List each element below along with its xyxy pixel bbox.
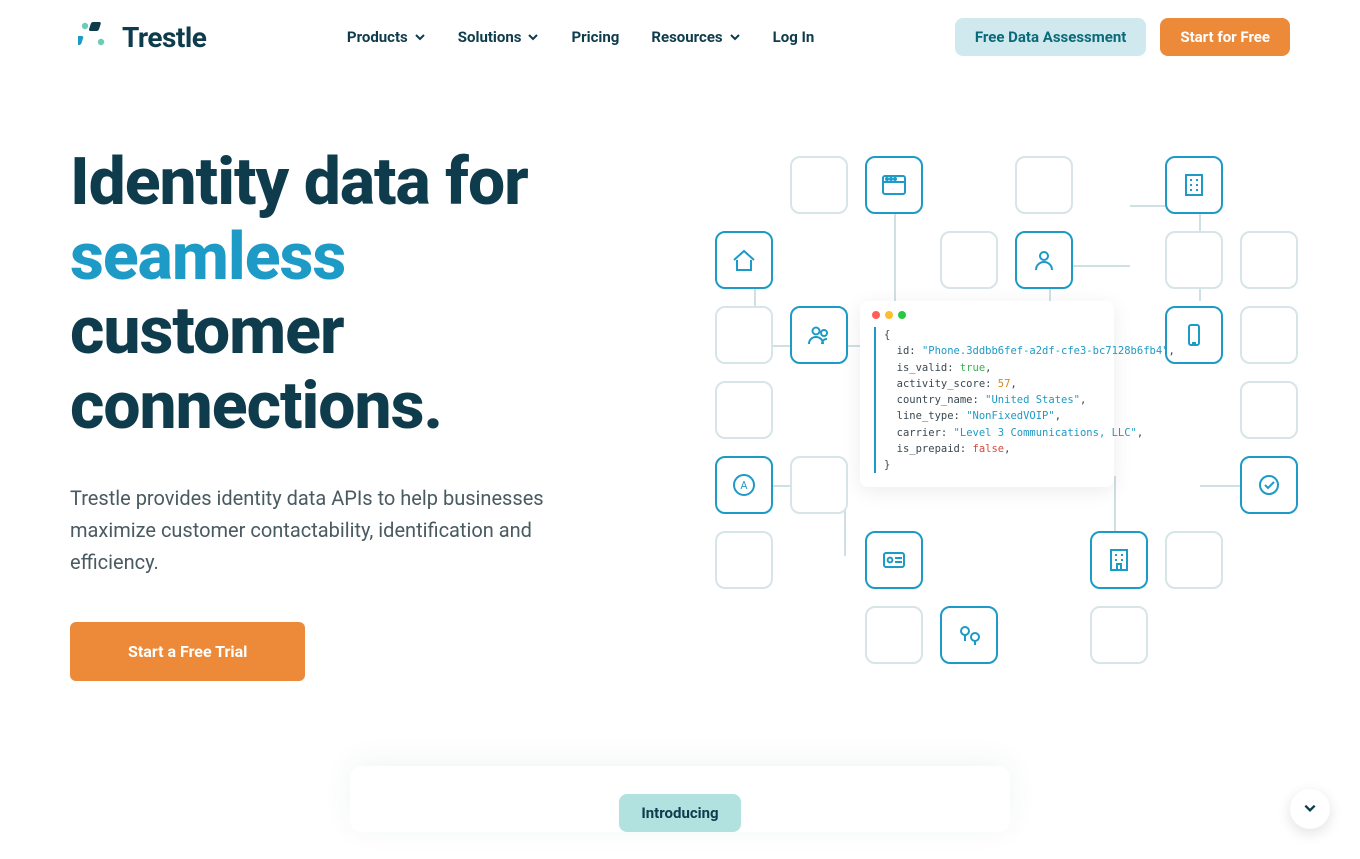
grid-box-empty xyxy=(1240,231,1298,289)
nav-label: Resources xyxy=(651,28,722,46)
atom-icon: A xyxy=(715,456,773,514)
browser-window-icon xyxy=(865,156,923,214)
nav-item-resources[interactable]: Resources xyxy=(651,28,740,46)
chevron-down-icon xyxy=(527,31,539,43)
logo[interactable]: Trestle xyxy=(78,20,206,54)
grid-box-empty xyxy=(715,381,773,439)
grid-box-empty xyxy=(790,456,848,514)
office-building-icon xyxy=(1090,531,1148,589)
headline-pre: Identity data for xyxy=(70,144,528,221)
svg-text:A: A xyxy=(740,479,748,492)
introducing-pill: Introducing xyxy=(619,794,740,832)
zoom-dot-icon xyxy=(898,311,906,319)
introducing-card: Introducing xyxy=(350,766,1010,832)
chevron-down-icon xyxy=(729,31,741,43)
chevron-down-icon xyxy=(414,31,426,43)
hero-illustration: A xyxy=(660,146,1290,706)
house-icon xyxy=(715,231,773,289)
people-icon xyxy=(790,306,848,364)
minimize-dot-icon xyxy=(885,311,893,319)
grid-box-empty xyxy=(715,531,773,589)
grid-box-empty xyxy=(1165,231,1223,289)
map-pin-icon xyxy=(940,606,998,664)
building-icon xyxy=(1165,156,1223,214)
window-traffic-lights xyxy=(872,311,1102,319)
grid-box-empty xyxy=(1240,306,1298,364)
grid-box-empty xyxy=(1090,606,1148,664)
scroll-down-button[interactable] xyxy=(1290,789,1330,829)
grid-box-empty xyxy=(790,156,848,214)
grid-box-empty xyxy=(865,606,923,664)
start-for-free-button[interactable]: Start for Free xyxy=(1160,18,1290,56)
grid-box-empty xyxy=(715,306,773,364)
id-card-icon xyxy=(865,531,923,589)
nav-label: Solutions xyxy=(458,28,522,46)
hero-subhead: Trestle provides identity data APIs to h… xyxy=(70,482,550,578)
grid-box-empty xyxy=(1240,381,1298,439)
nav-label: Products xyxy=(347,28,408,46)
nav-item-pricing[interactable]: Pricing xyxy=(571,28,619,46)
chevron-down-icon xyxy=(1303,800,1317,819)
person-icon xyxy=(1015,231,1073,289)
hero-text: Identity data for seamless customer conn… xyxy=(70,146,630,706)
nav-label: Log In xyxy=(773,28,815,46)
logo-text: Trestle xyxy=(122,21,206,54)
grid-box-empty xyxy=(1015,156,1073,214)
nav-cta-group: Free Data Assessment Start for Free xyxy=(955,18,1290,56)
free-data-assessment-button[interactable]: Free Data Assessment xyxy=(955,18,1147,56)
hero-headline: Identity data for seamless customer conn… xyxy=(70,146,630,444)
hero: Identity data for seamless customer conn… xyxy=(0,56,1360,706)
verified-badge-icon xyxy=(1240,456,1298,514)
code-sample-content: { id: "Phone.3ddbb6fef-a2df-cfe3-bc7128b… xyxy=(874,327,1102,473)
nav-item-products[interactable]: Products xyxy=(347,28,426,46)
nav-item-login[interactable]: Log In xyxy=(773,28,815,46)
headline-post: customer connections. xyxy=(70,293,442,445)
logo-mark-icon xyxy=(78,20,112,54)
grid-box-empty xyxy=(940,231,998,289)
nav-label: Pricing xyxy=(571,28,619,46)
headline-accent: seamless xyxy=(70,219,345,296)
primary-nav: Products Solutions Pricing Resources Log… xyxy=(347,28,814,46)
code-sample-card: { id: "Phone.3ddbb6fef-a2df-cfe3-bc7128b… xyxy=(860,301,1114,487)
top-nav: Trestle Products Solutions Pricing Resou… xyxy=(0,0,1360,56)
start-free-trial-button[interactable]: Start a Free Trial xyxy=(70,622,305,681)
close-dot-icon xyxy=(872,311,880,319)
grid-box-empty xyxy=(1165,531,1223,589)
nav-item-solutions[interactable]: Solutions xyxy=(458,28,540,46)
